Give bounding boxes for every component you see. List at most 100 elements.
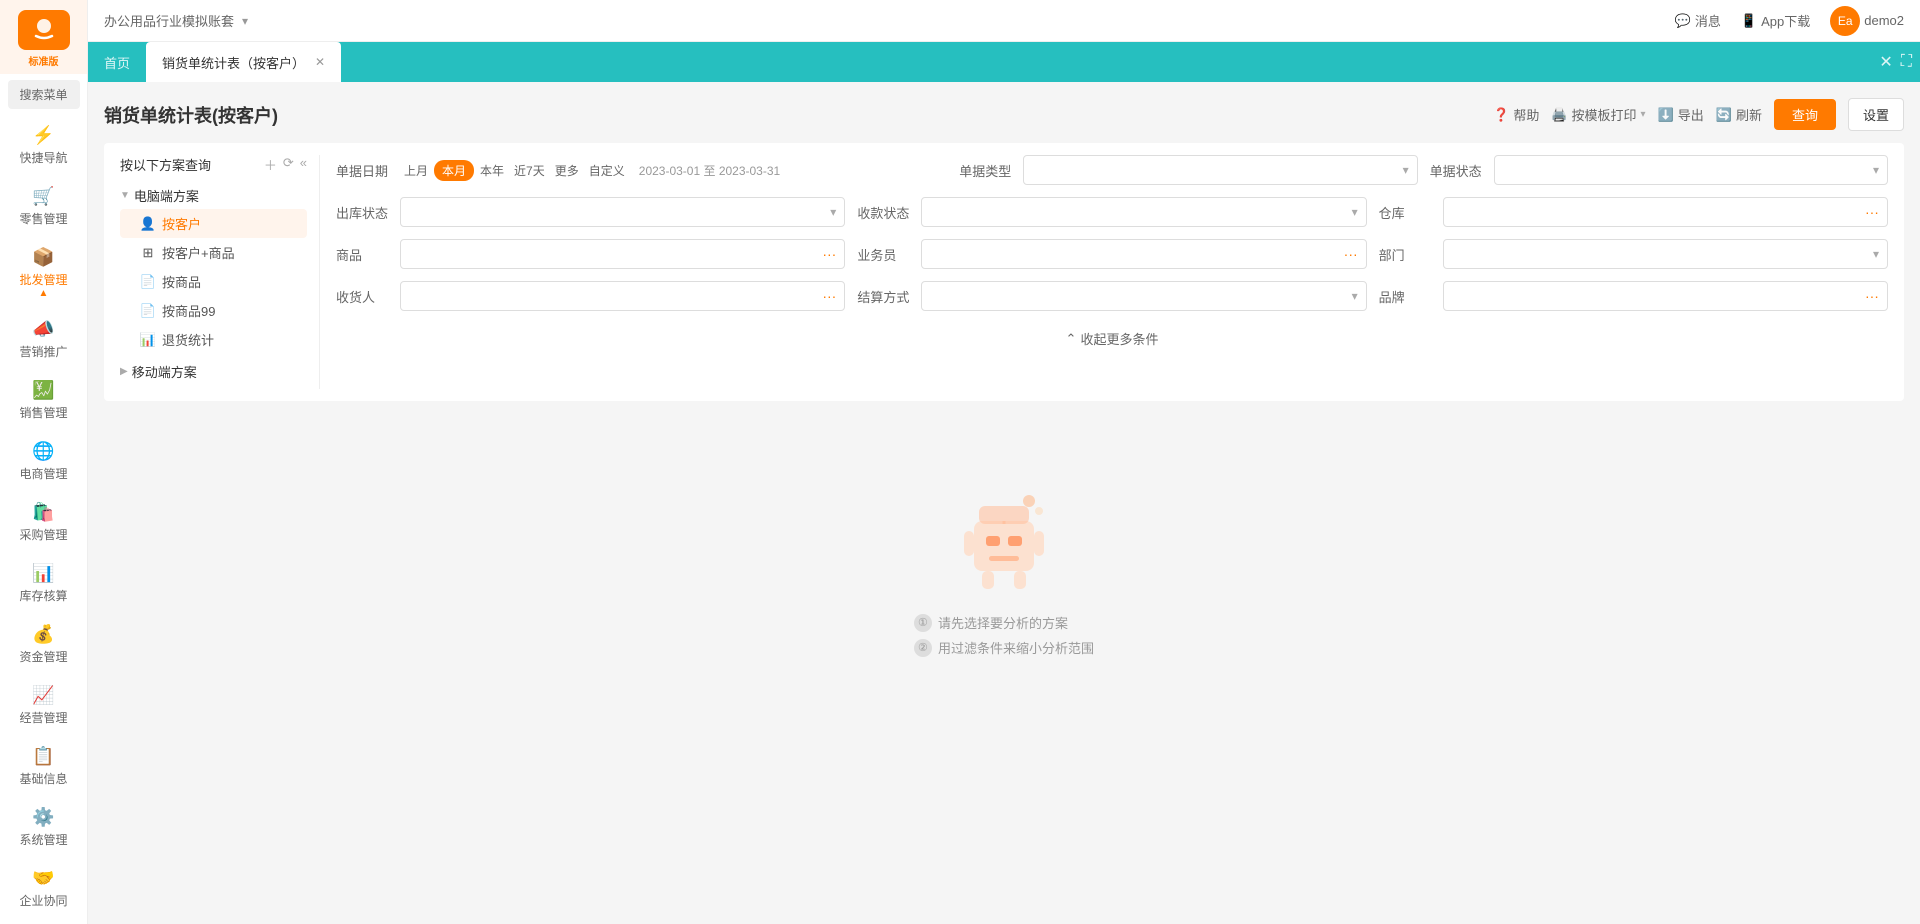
scheme-item-return-stats[interactable]: 📊 退货统计 bbox=[120, 325, 307, 354]
settings-button[interactable]: 设置 bbox=[1848, 98, 1904, 131]
date-range-value: 2023-03-01 至 2023-03-31 bbox=[639, 162, 780, 179]
collapse-bar[interactable]: ⌃ 收起更多条件 bbox=[336, 323, 1888, 354]
receiver-field: 收货人 ··· bbox=[336, 281, 845, 311]
refresh-label: 刷新 bbox=[1736, 105, 1762, 124]
user-btn[interactable]: Ea demo2 bbox=[1830, 6, 1904, 36]
sidebar-item-enterprise[interactable]: 🤝 企业协同 bbox=[0, 858, 87, 919]
sidebar-item-operations[interactable]: 📈 经营管理 bbox=[0, 675, 87, 736]
scheme-item-label: 按客户+商品 bbox=[162, 243, 235, 262]
logo-text: 标准版 bbox=[29, 53, 59, 68]
system-icon: ⚙️ bbox=[32, 807, 54, 828]
scheme-item-by-customer[interactable]: 👤 按客户 bbox=[120, 209, 307, 238]
search-menu-btn[interactable]: 搜索菜单 bbox=[8, 80, 80, 109]
sidebar-item-wholesale[interactable]: 📦 批发管理 ▲ bbox=[0, 237, 87, 309]
goods-input[interactable]: ··· bbox=[400, 239, 845, 269]
logo-icon bbox=[18, 10, 70, 50]
sidebar-item-label: 经营管理 bbox=[19, 709, 67, 726]
refresh-scheme-icon[interactable]: ⟳ bbox=[283, 155, 294, 174]
scheme-header-title: 按以下方案查询 bbox=[120, 155, 211, 174]
sales-icon: 💹 bbox=[32, 380, 54, 401]
quicknav-icon: ⚡ bbox=[32, 125, 54, 146]
sidebar-item-newbie[interactable]: 🎯 新手引导 bbox=[0, 919, 87, 924]
out-status-input[interactable]: ▾ bbox=[400, 197, 845, 227]
sidebar-item-retail[interactable]: 🛒 零售管理 bbox=[0, 176, 87, 237]
app-download-label: App下载 bbox=[1761, 11, 1810, 30]
out-status-field: 出库状态 ▾ bbox=[336, 197, 845, 227]
salesman-input[interactable]: ··· bbox=[921, 239, 1366, 269]
scheme-group-mobile-title[interactable]: ▶ 移动端方案 bbox=[120, 358, 307, 385]
scheme-item-by-product[interactable]: 📄 按商品 bbox=[120, 267, 307, 296]
settle-input[interactable]: ▾ bbox=[921, 281, 1366, 311]
date-last-month[interactable]: 上月 bbox=[400, 160, 432, 181]
scheme-item-by-customer-product[interactable]: ⊞ 按客户+商品 bbox=[120, 238, 307, 267]
tab-home-label: 首页 bbox=[104, 53, 130, 72]
sidebar-item-ecommerce[interactable]: 🌐 电商管理 bbox=[0, 431, 87, 492]
doc-status-label: 单据状态 bbox=[1430, 161, 1486, 180]
tab-report[interactable]: 销货单统计表（按客户） ✕ bbox=[146, 42, 341, 82]
settle-arrow: ▾ bbox=[1352, 289, 1358, 303]
help-btn[interactable]: ❓ 帮助 bbox=[1493, 105, 1539, 124]
print-icon: 🖨️ bbox=[1551, 107, 1567, 123]
export-btn[interactable]: ⬇️ 导出 bbox=[1658, 105, 1704, 124]
sidebar-item-sales[interactable]: 💹 销售管理 bbox=[0, 370, 87, 431]
doc-type-input[interactable]: ▾ bbox=[1023, 155, 1417, 185]
doc-status-input[interactable]: ▾ bbox=[1494, 155, 1888, 185]
by-customer-icon: 👤 bbox=[140, 216, 156, 232]
sidebar-item-purchase[interactable]: 🛍️ 采购管理 bbox=[0, 492, 87, 553]
print-dropdown-arrow[interactable]: ▾ bbox=[1641, 109, 1646, 120]
receiver-ellipsis[interactable]: ··· bbox=[822, 288, 836, 304]
sidebar-item-inventory[interactable]: 📊 库存核算 bbox=[0, 553, 87, 614]
topbar-dropdown-arrow[interactable]: ▾ bbox=[242, 14, 248, 28]
collapse-scheme-icon[interactable]: « bbox=[300, 155, 307, 174]
collect-status-label: 收款状态 bbox=[857, 203, 913, 222]
collect-status-field: 收款状态 ▾ bbox=[857, 197, 1366, 227]
tab-close-icon[interactable]: ✕ bbox=[315, 55, 325, 69]
sidebar-item-basic[interactable]: 📋 基础信息 bbox=[0, 736, 87, 797]
return-stats-icon: 📊 bbox=[140, 332, 156, 348]
collect-status-input[interactable]: ▾ bbox=[921, 197, 1366, 227]
message-btn[interactable]: 💬 消息 bbox=[1675, 11, 1721, 30]
add-scheme-icon[interactable]: ＋ bbox=[264, 155, 277, 174]
warehouse-ellipsis[interactable]: ··· bbox=[1865, 204, 1879, 220]
refresh-btn[interactable]: 🔄 刷新 bbox=[1716, 105, 1762, 124]
brand-label: 品牌 bbox=[1379, 287, 1435, 306]
message-icon: 💬 bbox=[1675, 13, 1691, 29]
sidebar-item-label: 营销推广 bbox=[19, 343, 67, 360]
sidebar-item-system[interactable]: ⚙️ 系统管理 bbox=[0, 797, 87, 858]
out-status-arrow: ▾ bbox=[830, 205, 836, 219]
sidebar-logo: 标准版 bbox=[0, 0, 87, 74]
content-area: 销货单统计表(按客户) ❓ 帮助 🖨️ 按模板打印 ▾ ⬇️ 导出 🔄 刷新 bbox=[88, 82, 1920, 924]
filter-form: 单据日期 上月 本月 本年 近7天 更多 自定义 2023-03-01 至 20… bbox=[336, 155, 1888, 389]
scheme-group-desktop-title[interactable]: ▼ 电脑端方案 bbox=[120, 182, 307, 209]
brand-ellipsis[interactable]: ··· bbox=[1865, 288, 1879, 304]
date-this-month[interactable]: 本月 bbox=[434, 160, 474, 181]
filter-panel: 按以下方案查询 ＋ ⟳ « ▼ 电脑端方案 👤 按客户 bbox=[104, 143, 1904, 401]
app-download-btn[interactable]: 📱 App下载 bbox=[1741, 11, 1810, 30]
tab-home[interactable]: 首页 bbox=[88, 42, 146, 82]
sidebar-item-quicknav[interactable]: ⚡ 快捷导航 bbox=[0, 115, 87, 176]
receiver-input[interactable]: ··· bbox=[400, 281, 845, 311]
goods-ellipsis[interactable]: ··· bbox=[822, 246, 836, 262]
sidebar-item-marketing[interactable]: 📣 营销推广 bbox=[0, 309, 87, 370]
sidebar-item-label: 批发管理 bbox=[19, 271, 67, 288]
tab-close-all-icon[interactable]: ✕ bbox=[1879, 52, 1892, 72]
scheme-item-label: 按商品 bbox=[162, 272, 201, 291]
salesman-ellipsis[interactable]: ··· bbox=[1344, 246, 1358, 262]
warehouse-input[interactable]: ··· bbox=[1443, 197, 1888, 227]
date-this-year[interactable]: 本年 bbox=[476, 160, 508, 181]
date-custom[interactable]: 自定义 bbox=[585, 160, 629, 181]
out-status-label: 出库状态 bbox=[336, 203, 392, 222]
brand-input[interactable]: ··· bbox=[1443, 281, 1888, 311]
desktop-group-label: 电脑端方案 bbox=[134, 186, 199, 205]
query-button[interactable]: 查询 bbox=[1774, 99, 1836, 130]
date-7days[interactable]: 近7天 bbox=[510, 160, 549, 181]
collapse-icon: ⌃ bbox=[1066, 331, 1077, 347]
date-more[interactable]: 更多 bbox=[551, 160, 583, 181]
scheme-item-by-product-99[interactable]: 📄 按商品99 bbox=[120, 296, 307, 325]
filter-row-2: 出库状态 ▾ 收款状态 ▾ 仓库 bbox=[336, 197, 1888, 227]
scheme-item-label: 按客户 bbox=[162, 214, 201, 233]
dept-input[interactable]: ▾ bbox=[1443, 239, 1888, 269]
maximize-icon[interactable]: ⛶ bbox=[1901, 53, 1912, 71]
print-btn[interactable]: 🖨️ 按模板打印 ▾ bbox=[1551, 105, 1645, 124]
sidebar-item-finance[interactable]: 💰 资金管理 bbox=[0, 614, 87, 675]
